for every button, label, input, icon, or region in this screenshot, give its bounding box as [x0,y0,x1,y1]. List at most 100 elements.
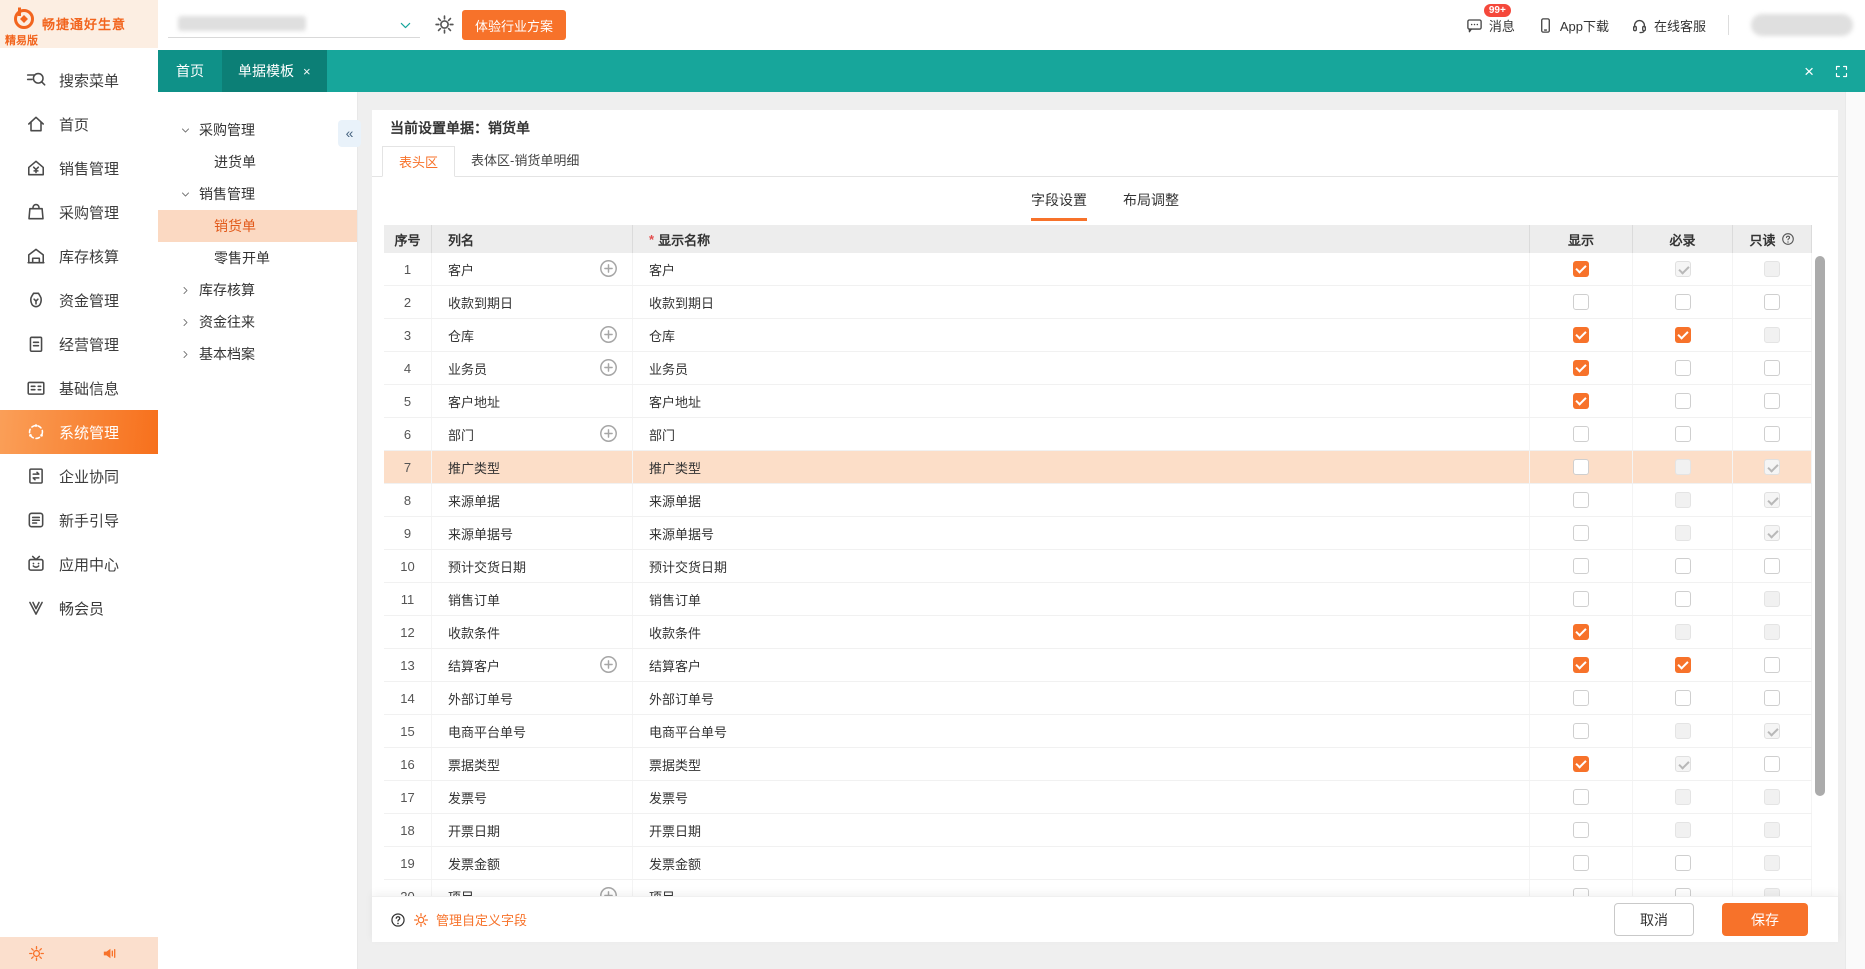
readonly-checkbox[interactable] [1764,393,1780,409]
save-button[interactable]: 保存 [1722,903,1808,936]
show-checkbox[interactable] [1573,327,1589,343]
required-checkbox[interactable] [1674,327,1691,343]
show-checkbox[interactable] [1573,657,1589,673]
redacted-account-name[interactable] [1751,14,1853,36]
tab-home[interactable]: 首页 [158,50,222,92]
display-name-cell[interactable]: 部门 [633,418,1530,450]
online-service-item[interactable]: 在线客服 [1631,16,1706,35]
announcement-speaker-icon[interactable] [101,945,118,962]
chevron-down-icon[interactable] [398,18,413,33]
readonly-checkbox[interactable] [1764,756,1780,772]
sidebar-item-purchase[interactable]: 采购管理 [0,190,158,234]
manage-custom-fields-link[interactable]: 管理自定义字段 [390,910,527,929]
sidebar-item-sales[interactable]: 销售管理 [0,146,158,190]
required-checkbox[interactable] [1674,657,1691,673]
messages-item[interactable]: 消息 99+ [1466,1,1515,35]
show-checkbox[interactable] [1573,492,1589,508]
sidebar-item-funds[interactable]: 资金管理 [0,278,158,322]
required-checkbox[interactable] [1674,294,1691,310]
tab-body-area[interactable]: 表体区-销货单明细 [455,145,595,176]
tree-item-3[interactable]: 销货单 [158,210,357,242]
required-checkbox[interactable] [1674,558,1691,574]
collapse-panel-button[interactable]: « [338,120,361,147]
sidebar-item-appcenter[interactable]: 应用中心 [0,542,158,586]
sidebar-item-member[interactable]: 畅会员 [0,586,158,630]
readonly-checkbox[interactable] [1764,360,1780,376]
add-field-icon[interactable] [599,424,618,443]
show-checkbox[interactable] [1573,558,1589,574]
sidebar-item-baseinfo[interactable]: 基础信息 [0,366,158,410]
show-checkbox[interactable] [1573,822,1589,838]
close-icon[interactable]: × [1804,63,1814,80]
show-checkbox[interactable] [1573,690,1589,706]
show-checkbox[interactable] [1573,525,1589,541]
display-name-cell[interactable]: 来源单据号 [633,517,1530,549]
redacted-template-select[interactable] [178,16,306,31]
tree-group-5[interactable]: 库存核算 [158,274,357,306]
sidebar-item-search[interactable]: 搜索菜单 [0,58,158,102]
sidebar-item-operations[interactable]: 经营管理 [0,322,158,366]
tab-field-settings[interactable]: 字段设置 [1031,190,1087,221]
required-checkbox[interactable] [1674,855,1691,871]
show-checkbox[interactable] [1573,756,1589,772]
tab-header-area[interactable]: 表头区 [382,146,456,177]
display-name-cell[interactable]: 推广类型 [633,451,1530,483]
show-checkbox[interactable] [1573,393,1589,409]
tree-group-2[interactable]: 销售管理 [158,178,357,210]
add-field-icon[interactable] [599,325,618,344]
sidebar-item-system[interactable]: 系统管理 [0,410,158,454]
readonly-checkbox[interactable] [1764,294,1780,310]
display-name-cell[interactable]: 业务员 [633,352,1530,384]
display-name-cell[interactable]: 收款条件 [633,616,1530,648]
settings-gear-icon[interactable] [28,945,45,962]
display-name-cell[interactable]: 结算客户 [633,649,1530,681]
show-checkbox[interactable] [1573,624,1589,640]
tree-group-0[interactable]: 采购管理 [158,114,357,146]
show-checkbox[interactable] [1573,261,1589,277]
readonly-checkbox[interactable] [1764,426,1780,442]
table-scrollbar[interactable] [1815,256,1825,796]
add-field-icon[interactable] [599,358,618,377]
tab-document-template[interactable]: 单据模板 × [222,50,327,92]
required-checkbox[interactable] [1674,426,1691,442]
display-name-cell[interactable]: 客户 [633,253,1530,285]
display-name-cell[interactable]: 外部订单号 [633,682,1530,714]
display-name-cell[interactable]: 开票日期 [633,814,1530,846]
required-checkbox[interactable] [1674,393,1691,409]
show-checkbox[interactable] [1573,855,1589,871]
readonly-checkbox[interactable] [1764,558,1780,574]
display-name-cell[interactable]: 来源单据 [633,484,1530,516]
readonly-checkbox[interactable] [1764,690,1780,706]
display-name-cell[interactable]: 票据类型 [633,748,1530,780]
display-name-cell[interactable]: 发票号 [633,781,1530,813]
display-name-cell[interactable]: 销售订单 [633,583,1530,615]
sidebar-item-collaboration[interactable]: 企业协同 [0,454,158,498]
display-name-cell[interactable]: 仓库 [633,319,1530,351]
tree-item-1[interactable]: 进货单 [158,146,357,178]
cancel-button[interactable]: 取消 [1614,903,1694,936]
tab-layout-adjust[interactable]: 布局调整 [1123,190,1179,221]
show-checkbox[interactable] [1573,426,1589,442]
show-checkbox[interactable] [1573,789,1589,805]
sidebar-item-guide[interactable]: 新手引导 [0,498,158,542]
display-name-cell[interactable]: 预计交货日期 [633,550,1530,582]
add-field-icon[interactable] [599,655,618,674]
close-tab-icon[interactable]: × [303,64,311,79]
display-name-cell[interactable]: 发票金额 [633,847,1530,879]
gear-icon[interactable] [434,14,455,35]
app-download-item[interactable]: App下载 [1537,16,1609,35]
help-question-icon[interactable] [1781,232,1795,246]
tree-item-4[interactable]: 零售开单 [158,242,357,274]
tree-group-7[interactable]: 基本档案 [158,338,357,370]
show-checkbox[interactable] [1573,591,1589,607]
show-checkbox[interactable] [1573,459,1589,475]
display-name-cell[interactable]: 收款到期日 [633,286,1530,318]
tree-group-6[interactable]: 资金往来 [158,306,357,338]
display-name-cell[interactable]: 电商平台单号 [633,715,1530,747]
required-checkbox[interactable] [1674,591,1691,607]
sidebar-item-home[interactable]: 首页 [0,102,158,146]
required-checkbox[interactable] [1674,690,1691,706]
required-checkbox[interactable] [1674,360,1691,376]
display-name-cell[interactable]: 客户地址 [633,385,1530,417]
show-checkbox[interactable] [1573,294,1589,310]
